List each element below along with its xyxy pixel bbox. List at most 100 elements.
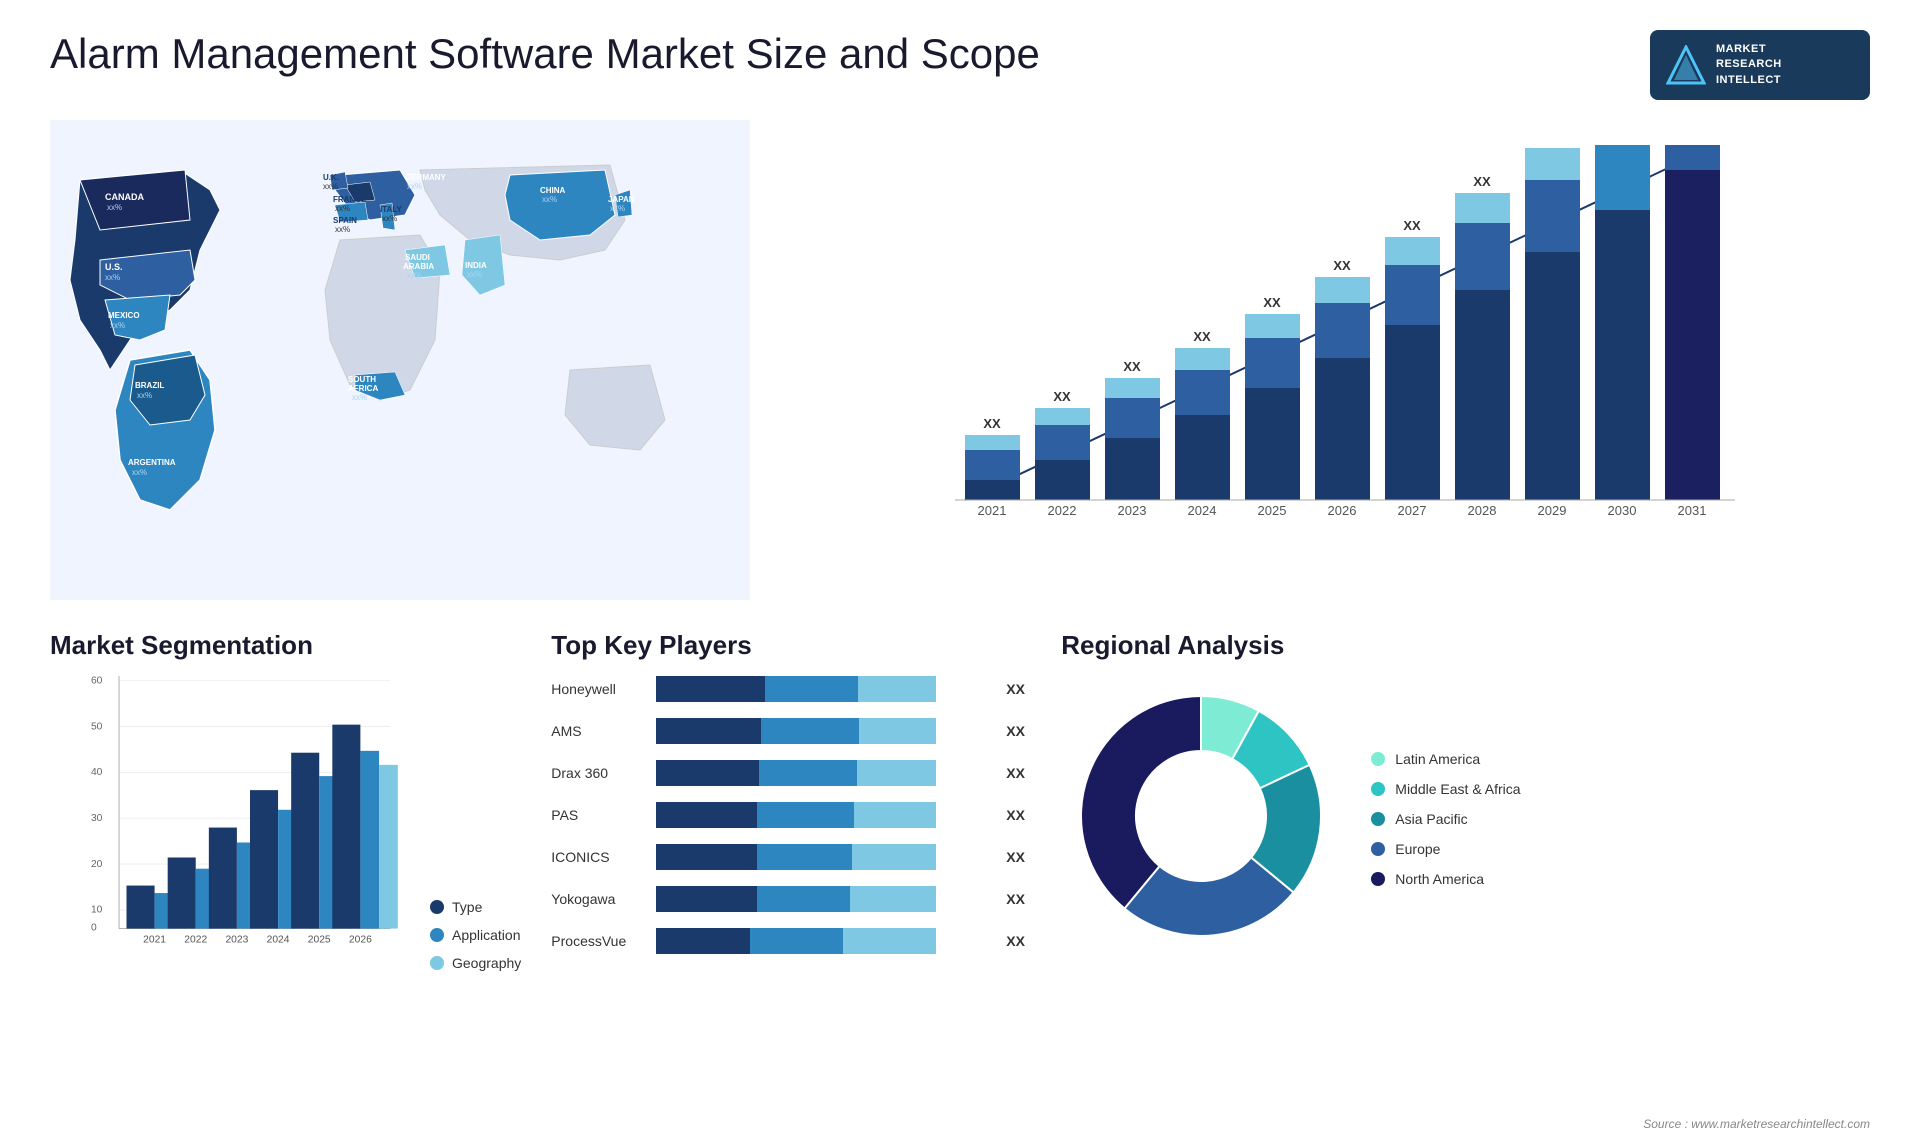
svg-text:ARGENTINA: ARGENTINA [128,458,176,467]
svg-text:xx%: xx% [467,270,482,279]
regional-legend-dot [1371,842,1385,856]
segmentation-title: Market Segmentation [50,630,521,661]
svg-text:BRAZIL: BRAZIL [135,381,164,390]
svg-text:SPAIN: SPAIN [333,216,357,225]
svg-text:2021: 2021 [143,935,166,946]
svg-text:50: 50 [91,721,103,732]
source-text: Source : www.marketresearchintellect.com [1643,1117,1870,1131]
player-name: Honeywell [551,681,646,697]
svg-text:xx%: xx% [323,182,338,191]
svg-text:XX: XX [1473,174,1491,189]
svg-text:2027: 2027 [1398,503,1427,518]
svg-text:XX: XX [983,416,1001,431]
svg-text:2028: 2028 [1468,503,1497,518]
svg-text:xx%: xx% [137,391,152,400]
player-bar-container [656,928,990,954]
player-bar-container [656,676,990,702]
player-name: Yokogawa [551,891,646,907]
players-list: HoneywellXXAMSXXDrax 360XXPASXXICONICSXX… [551,676,1031,954]
application-label: Application [452,927,521,943]
player-bar-segment [858,676,936,702]
svg-text:XX: XX [1193,329,1211,344]
donut-segment [1081,696,1201,908]
player-bar-container [656,802,990,828]
legend-geography: Geography [430,955,521,971]
player-xx-label: XX [1006,765,1031,781]
svg-text:2023: 2023 [1118,503,1147,518]
svg-text:2023: 2023 [225,935,248,946]
svg-text:MEXICO: MEXICO [108,311,140,320]
application-dot [430,928,444,942]
player-xx-label: XX [1006,681,1031,697]
svg-text:xx%: xx% [110,321,125,330]
player-bar-segment [854,802,937,828]
svg-text:0: 0 [91,923,97,934]
player-row: Honeywell XX [551,676,1031,702]
svg-text:XX: XX [1403,218,1421,233]
svg-text:xx%: xx% [407,271,422,280]
page-header: Alarm Management Software Market Size an… [50,30,1870,100]
svg-text:xx%: xx% [382,214,397,223]
player-xx-label: XX [1006,723,1031,739]
svg-text:2025: 2025 [308,935,331,946]
player-bar-container [656,760,990,786]
svg-text:20: 20 [91,859,103,870]
player-bar-container [656,718,990,744]
regional-legend-dot [1371,812,1385,826]
player-bar-segment [656,844,757,870]
segmentation-chart-svg: 60 50 40 30 20 10 0 [90,676,410,966]
player-row: YokogawaXX [551,886,1031,912]
player-row: ICONICSXX [551,844,1031,870]
svg-text:2024: 2024 [1188,503,1217,518]
svg-text:SOUTH: SOUTH [348,375,376,384]
svg-text:XX: XX [1123,359,1141,374]
player-row: Drax 360XX [551,760,1031,786]
world-map: CANADA xx% U.S. xx% MEXICO xx% BRAZIL xx… [50,120,750,600]
legend-type: Type [430,899,521,915]
svg-text:xx%: xx% [132,468,147,477]
svg-text:xx%: xx% [107,203,122,212]
player-name: ProcessVue [551,933,646,949]
regional-legend-label: Europe [1395,841,1440,857]
svg-text:XX: XX [1053,389,1071,404]
player-bar-segment [656,760,759,786]
svg-text:CANADA: CANADA [105,192,144,202]
regional-analysis: Regional Analysis Latin AmericaMiddle Ea… [1061,630,1870,1050]
svg-text:ARABIA: ARABIA [403,262,434,271]
regional-legend-item: Middle East & Africa [1371,781,1520,797]
player-name: AMS [551,723,646,739]
page-title: Alarm Management Software Market Size an… [50,30,1040,78]
regional-legend-dot [1371,752,1385,766]
svg-text:2026: 2026 [349,935,372,946]
regional-legend-item: Latin America [1371,751,1520,767]
regional-legend-label: Asia Pacific [1395,811,1467,827]
top-section: CANADA xx% U.S. xx% MEXICO xx% BRAZIL xx… [50,120,1870,600]
player-bar-segment [857,760,936,786]
regional-legend-label: North America [1395,871,1484,887]
svg-text:U.K.: U.K. [323,173,339,182]
svg-text:XX: XX [1543,140,1561,143]
svg-text:30: 30 [91,813,103,824]
svg-text:10: 10 [91,905,103,916]
player-bar-segment [757,886,850,912]
svg-text:GERMANY: GERMANY [405,173,447,182]
bar-chart: XX 2021 XX 2022 XX 2023 XX 2024 [780,120,1870,600]
player-name: PAS [551,807,646,823]
regional-legend-label: Latin America [1395,751,1480,767]
svg-text:2029: 2029 [1538,503,1567,518]
player-xx-label: XX [1006,849,1031,865]
svg-text:2030: 2030 [1608,503,1637,518]
regional-legend: Latin America Middle East & Africa Asia Pa… [1371,751,1520,887]
type-dot [430,900,444,914]
svg-text:XX: XX [1683,140,1701,141]
svg-text:INDIA: INDIA [465,261,487,270]
svg-text:XX: XX [1333,258,1351,273]
svg-text:SAUDI: SAUDI [405,253,430,262]
svg-text:2022: 2022 [1048,503,1077,518]
svg-text:2022: 2022 [184,935,207,946]
svg-text:xx%: xx% [542,195,557,204]
player-row: ProcessVueXX [551,928,1031,954]
svg-text:2026: 2026 [1328,503,1357,518]
svg-text:xx%: xx% [352,393,367,402]
player-bar-segment [759,760,858,786]
